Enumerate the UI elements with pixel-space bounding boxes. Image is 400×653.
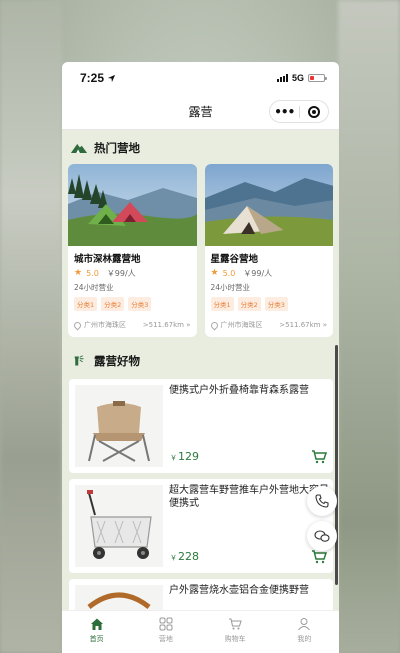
- add-to-cart-icon[interactable]: [311, 550, 327, 564]
- background-blur-left: [0, 0, 62, 653]
- grid-icon: [159, 617, 173, 631]
- camp-hours: 24小时营业: [74, 283, 114, 292]
- network-label: 5G: [291, 73, 304, 83]
- product-title: 超大露营车野营推车户外营地大容量便携式: [169, 485, 329, 509]
- status-bar: 7:25 5G: [62, 62, 339, 94]
- camp-list: 城市深林露营地 ★ 5.0 ￥99/人 24小时营业 分类1 分类2 分类3 广…: [62, 164, 339, 337]
- camp-tag: 分类3: [128, 297, 152, 311]
- tab-label: 购物车: [224, 635, 246, 643]
- product-price: ￥228: [170, 550, 199, 563]
- tab-cart[interactable]: 购物车: [201, 611, 270, 653]
- chat-button[interactable]: [307, 521, 337, 551]
- camp-location-row: 广州市海珠区 >511.67km »: [72, 320, 191, 330]
- home-icon: [90, 618, 103, 630]
- goods-title: 露营好物: [94, 354, 140, 368]
- target-icon[interactable]: [300, 105, 329, 118]
- tab-home[interactable]: 首页: [62, 611, 131, 653]
- hot-camps-title: 热门营地: [94, 141, 140, 155]
- camp-location: 广州市海珠区: [72, 320, 126, 330]
- camp-tag: 分类3: [264, 297, 288, 311]
- camp-name: 城市深林露营地: [74, 254, 141, 265]
- tab-label: 首页: [89, 635, 104, 643]
- user-icon: [298, 618, 311, 631]
- product-image-wagon: [75, 485, 163, 567]
- flashlight-icon: [74, 355, 84, 366]
- camp-tag: 分类1: [210, 297, 234, 311]
- camp-rating: ★ 5.0 ￥99/人: [211, 266, 328, 280]
- product-title: 便携式户外折叠椅靠背森系露营: [169, 385, 309, 396]
- chat-icon: [314, 530, 330, 542]
- phone-icon: [315, 494, 329, 508]
- camp-tag: 分类2: [237, 297, 261, 311]
- navbar: 露营 •••: [62, 94, 339, 130]
- product-image-chair: [75, 385, 163, 467]
- camp-photo-forest: [68, 164, 197, 246]
- camp-location-text: 广州市海珠区: [220, 321, 263, 329]
- star-icon: ★: [74, 268, 83, 278]
- time-text: 7:25: [80, 71, 105, 85]
- background-blur-right: [338, 0, 400, 653]
- product-image-kettle: [75, 585, 163, 610]
- tab-camps[interactable]: 营地: [131, 611, 200, 653]
- phone-call-button[interactable]: [307, 486, 337, 516]
- star-icon: ★: [210, 268, 219, 278]
- page-title: 露营: [188, 105, 213, 119]
- more-dots-icon[interactable]: •••: [270, 105, 299, 119]
- product-card[interactable]: 超大露营车野营推车户外营地大容量便携式 ￥228: [69, 479, 333, 573]
- camp-price: ￥99/人: [106, 268, 136, 278]
- product-card[interactable]: 户外露营烧水壶铝合金便携野营: [69, 579, 333, 610]
- camp-photo-valley: [204, 164, 333, 246]
- location-pin-icon: [72, 320, 83, 330]
- camp-tag: 分类1: [74, 297, 98, 311]
- phone-screen: 7:25 5G 露营 ••• 热门营地 城市深林露营地 ★ 5.0 ￥99/人 …: [62, 62, 339, 653]
- tab-label: 营地: [158, 635, 173, 643]
- currency-symbol: ￥: [170, 454, 177, 462]
- camp-card[interactable]: 城市深林露营地 ★ 5.0 ￥99/人 24小时营业 分类1 分类2 分类3 广…: [68, 164, 197, 337]
- location-arrow-icon: [107, 74, 116, 82]
- camp-price: ￥99/人: [243, 268, 273, 278]
- hot-camps-header: 热门营地: [62, 136, 339, 160]
- scrollbar[interactable]: [335, 345, 338, 585]
- mini-program-capsule: •••: [269, 100, 329, 123]
- status-time: 7:25: [80, 71, 116, 85]
- camp-rating: ★ 5.0 ￥99/人: [74, 266, 191, 280]
- camp-hours: 24小时营业: [210, 283, 251, 292]
- cart-icon: [229, 618, 242, 630]
- camp-location-text: 广州市海珠区: [84, 321, 126, 329]
- camp-score: 5.0: [222, 268, 236, 278]
- tab-bar: 首页 营地 购物车 我的: [62, 610, 339, 653]
- goods-header: 露营好物: [62, 349, 339, 373]
- product-price-value: 228: [178, 550, 199, 563]
- location-pin-icon: [209, 320, 219, 330]
- camp-distance: >511.67km »: [142, 321, 191, 329]
- camp-score: 5.0: [86, 268, 99, 278]
- camp-tags: 分类1 分类2 分类3: [74, 297, 191, 311]
- camp-distance: >511.67km »: [279, 321, 327, 329]
- battery-icon: [308, 74, 327, 82]
- camp-name: 星露谷营地: [210, 254, 259, 265]
- main-content[interactable]: 热门营地 城市深林露营地 ★ 5.0 ￥99/人 24小时营业 分类1 分类2 …: [62, 130, 339, 610]
- product-price: ￥129: [170, 450, 199, 463]
- product-card[interactable]: 便携式户外折叠椅靠背森系露营 ￥129: [69, 379, 333, 473]
- camp-tags: 分类1 分类2 分类3: [210, 297, 328, 311]
- product-title: 户外露营烧水壶铝合金便携野营: [169, 585, 309, 596]
- add-to-cart-icon[interactable]: [311, 450, 327, 464]
- product-price-value: 129: [178, 450, 199, 463]
- signal-icon: [276, 74, 288, 82]
- camp-card[interactable]: 星露谷营地 ★ 5.0 ￥99/人 24小时营业 分类1 分类2 分类3 广州市…: [204, 164, 333, 337]
- tab-profile[interactable]: 我的: [270, 611, 339, 653]
- camp-location-row: 广州市海珠区 >511.67km »: [209, 320, 327, 330]
- tent-icon: [70, 143, 88, 153]
- status-right: 5G: [276, 73, 327, 83]
- currency-symbol: ￥: [170, 554, 177, 562]
- tab-label: 我的: [297, 635, 312, 643]
- camp-location: 广州市海珠区: [209, 320, 263, 330]
- camp-tag: 分类2: [101, 297, 125, 311]
